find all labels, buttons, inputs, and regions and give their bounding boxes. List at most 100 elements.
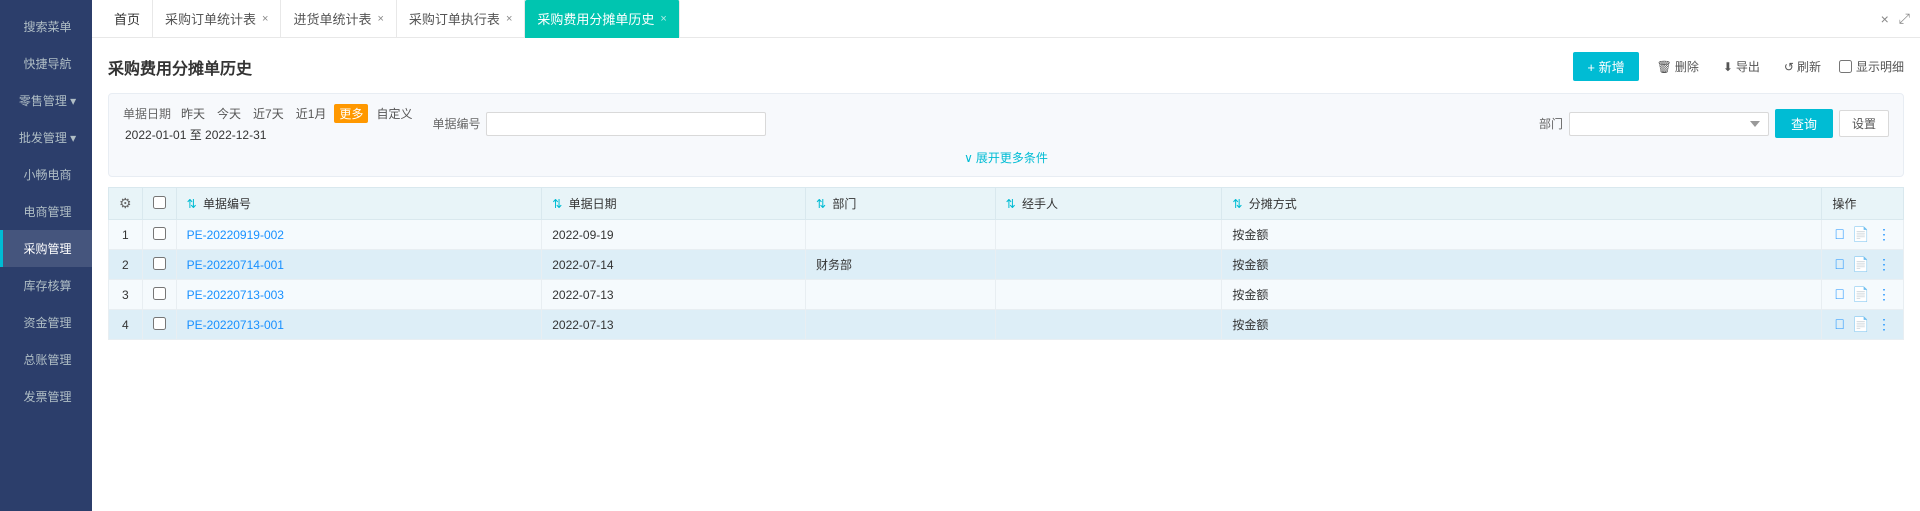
refresh-icon: ↺ bbox=[1784, 60, 1794, 74]
sidebar-item-retail[interactable]: 零售管理 ▾ bbox=[0, 82, 92, 119]
main-content: 首页 采购订单统计表 × 进货单统计表 × 采购订单执行表 × 采购费用分摊单历… bbox=[92, 0, 1920, 511]
cell-dept bbox=[805, 220, 995, 250]
header-actions: + 新增 🗑 删除 ⬇ 导出 ↺ 刷新 显示明细 bbox=[1573, 52, 1904, 81]
edit-icon[interactable]:  bbox=[1834, 286, 1845, 302]
cell-dept bbox=[805, 280, 995, 310]
tab-purchase-order-exec[interactable]: 采购订单执行表 × bbox=[397, 0, 525, 38]
sidebar-item-invoice[interactable]: 发票管理 bbox=[0, 378, 92, 415]
th-handler[interactable]: ⇅ 经手人 bbox=[995, 188, 1222, 220]
sort-icon-order-no: ⇅ bbox=[187, 197, 197, 211]
query-button[interactable]: 查询 bbox=[1775, 109, 1833, 138]
sidebar-item-purchase[interactable]: 采购管理 bbox=[0, 230, 92, 267]
order-no-link[interactable]: PE-20220919-002 bbox=[187, 228, 284, 242]
filter-date-col: 单据日期 昨天 今天 近7天 近1月 更多 自定义 2022-01-01 至 2… bbox=[123, 104, 416, 143]
cell-date: 2022-07-13 bbox=[542, 280, 806, 310]
tab-purchase-order-stat[interactable]: 采购订单统计表 × bbox=[153, 0, 281, 38]
filter-row: 单据日期 昨天 今天 近7天 近1月 更多 自定义 2022-01-01 至 2… bbox=[123, 104, 1889, 143]
order-no-link[interactable]: PE-20220713-001 bbox=[187, 318, 284, 332]
view-icon[interactable]: 📄 bbox=[1852, 286, 1869, 302]
more-actions-icon[interactable]: ⋮ bbox=[1877, 226, 1891, 242]
th-order-no[interactable]: ⇅ 单据编号 bbox=[176, 188, 542, 220]
order-no-link[interactable]: PE-20220714-001 bbox=[187, 258, 284, 272]
th-dept[interactable]: ⇅ 部门 bbox=[805, 188, 995, 220]
tab-close-purchase-order-exec[interactable]: × bbox=[506, 13, 512, 25]
more-actions-icon[interactable]: ⋮ bbox=[1877, 316, 1891, 332]
tab-purchase-cost-history[interactable]: 采购费用分摊单历史 × bbox=[525, 0, 679, 38]
table-head: ⚙ ⇅ 单据编号 ⇅ 单据日期 ⇅ 部门 bbox=[109, 188, 1904, 220]
cell-actions:  📄 ⋮ bbox=[1822, 250, 1904, 280]
close-all-tabs-icon[interactable]: × bbox=[1881, 11, 1889, 27]
sort-icon-split-method: ⇅ bbox=[1232, 197, 1242, 211]
date-btn-1month[interactable]: 近1月 bbox=[292, 104, 331, 123]
sidebar-item-inventory[interactable]: 库存核算 bbox=[0, 267, 92, 304]
view-icon[interactable]: 📄 bbox=[1852, 316, 1869, 332]
view-icon[interactable]: 📄 bbox=[1852, 256, 1869, 272]
gear-icon[interactable]: ⚙ bbox=[119, 195, 132, 211]
page-header: 采购费用分摊单历史 + 新增 🗑 删除 ⬇ 导出 ↺ 刷新 显示明细 bbox=[108, 52, 1904, 81]
row-num: 4 bbox=[109, 310, 143, 340]
table-row: 3 PE-20220713-003 2022-07-13 按金额  📄 ⋮ bbox=[109, 280, 1904, 310]
cell-dept bbox=[805, 310, 995, 340]
tab-close-purchase-cost-history[interactable]: × bbox=[660, 13, 666, 25]
th-split-method[interactable]: ⇅ 分摊方式 bbox=[1222, 188, 1822, 220]
export-button[interactable]: ⬇ 导出 bbox=[1717, 55, 1766, 78]
date-btn-more[interactable]: 更多 bbox=[334, 104, 368, 123]
sidebar-item-ecommerce[interactable]: 电商管理 bbox=[0, 193, 92, 230]
fullscreen-icon[interactable]: ⤢ bbox=[1899, 10, 1910, 27]
more-actions-icon[interactable]: ⋮ bbox=[1877, 256, 1891, 272]
add-button[interactable]: + 新增 bbox=[1573, 52, 1638, 81]
table-body: 1 PE-20220919-002 2022-09-19 按金额  📄 ⋮ 2… bbox=[109, 220, 1904, 340]
select-all-checkbox[interactable] bbox=[153, 196, 166, 209]
sidebar-item-mini-shop[interactable]: 小畅电商 bbox=[0, 156, 92, 193]
delete-button[interactable]: 🗑 删除 bbox=[1651, 55, 1705, 78]
edit-icon[interactable]:  bbox=[1834, 226, 1845, 242]
tab-incoming-stat[interactable]: 进货单统计表 × bbox=[281, 0, 396, 38]
display-toggle[interactable]: 显示明细 bbox=[1839, 58, 1904, 75]
sidebar-item-finance[interactable]: 资金管理 bbox=[0, 304, 92, 341]
page-title: 采购费用分摊单历史 bbox=[108, 55, 252, 79]
cell-handler bbox=[995, 280, 1222, 310]
export-icon: ⬇ bbox=[1723, 60, 1733, 74]
data-table: ⚙ ⇅ 单据编号 ⇅ 单据日期 ⇅ 部门 bbox=[108, 187, 1904, 340]
sidebar-item-search[interactable]: 搜索菜单 bbox=[0, 8, 92, 45]
row-checkbox-cell bbox=[142, 250, 176, 280]
row-num: 3 bbox=[109, 280, 143, 310]
row-checkbox[interactable] bbox=[153, 257, 166, 270]
table-row: 2 PE-20220714-001 2022-07-14 财务部 按金额  📄… bbox=[109, 250, 1904, 280]
date-btn-custom[interactable]: 自定义 bbox=[372, 104, 416, 123]
cell-date: 2022-09-19 bbox=[542, 220, 806, 250]
th-date[interactable]: ⇅ 单据日期 bbox=[542, 188, 806, 220]
sort-icon-date: ⇅ bbox=[552, 197, 562, 211]
order-no-input[interactable] bbox=[486, 112, 766, 136]
row-checkbox[interactable] bbox=[153, 317, 166, 330]
sidebar-item-quick-nav[interactable]: 快捷导航 bbox=[0, 45, 92, 82]
display-toggle-checkbox[interactable] bbox=[1839, 60, 1852, 73]
order-no-link[interactable]: PE-20220713-003 bbox=[187, 288, 284, 302]
view-icon[interactable]: 📄 bbox=[1852, 226, 1869, 242]
cell-actions:  📄 ⋮ bbox=[1822, 310, 1904, 340]
row-checkbox-cell bbox=[142, 220, 176, 250]
setting-button[interactable]: 设置 bbox=[1839, 110, 1889, 137]
date-shortcuts: 昨天 今天 近7天 近1月 更多 自定义 bbox=[177, 104, 416, 123]
more-actions-icon[interactable]: ⋮ bbox=[1877, 286, 1891, 302]
expand-button[interactable]: ∨ 展开更多条件 bbox=[964, 149, 1048, 166]
date-btn-7days[interactable]: 近7天 bbox=[249, 104, 288, 123]
edit-icon[interactable]:  bbox=[1834, 316, 1845, 332]
edit-icon[interactable]:  bbox=[1834, 256, 1845, 272]
tab-home[interactable]: 首页 bbox=[102, 0, 153, 38]
row-num: 1 bbox=[109, 220, 143, 250]
dept-select[interactable] bbox=[1569, 112, 1769, 136]
cell-split-method: 按金额 bbox=[1222, 280, 1822, 310]
cell-split-method: 按金额 bbox=[1222, 250, 1822, 280]
tab-close-purchase-order-stat[interactable]: × bbox=[262, 13, 268, 25]
sidebar-item-accounting[interactable]: 总账管理 bbox=[0, 341, 92, 378]
refresh-button[interactable]: ↺ 刷新 bbox=[1778, 55, 1827, 78]
table-row: 1 PE-20220919-002 2022-09-19 按金额  📄 ⋮ bbox=[109, 220, 1904, 250]
tab-close-incoming-stat[interactable]: × bbox=[377, 13, 383, 25]
row-checkbox[interactable] bbox=[153, 287, 166, 300]
date-btn-today[interactable]: 今天 bbox=[213, 104, 245, 123]
sidebar-item-wholesale[interactable]: 批发管理 ▾ bbox=[0, 119, 92, 156]
row-checkbox[interactable] bbox=[153, 227, 166, 240]
order-no-filter-label: 单据编号 bbox=[432, 115, 480, 132]
date-btn-yesterday[interactable]: 昨天 bbox=[177, 104, 209, 123]
